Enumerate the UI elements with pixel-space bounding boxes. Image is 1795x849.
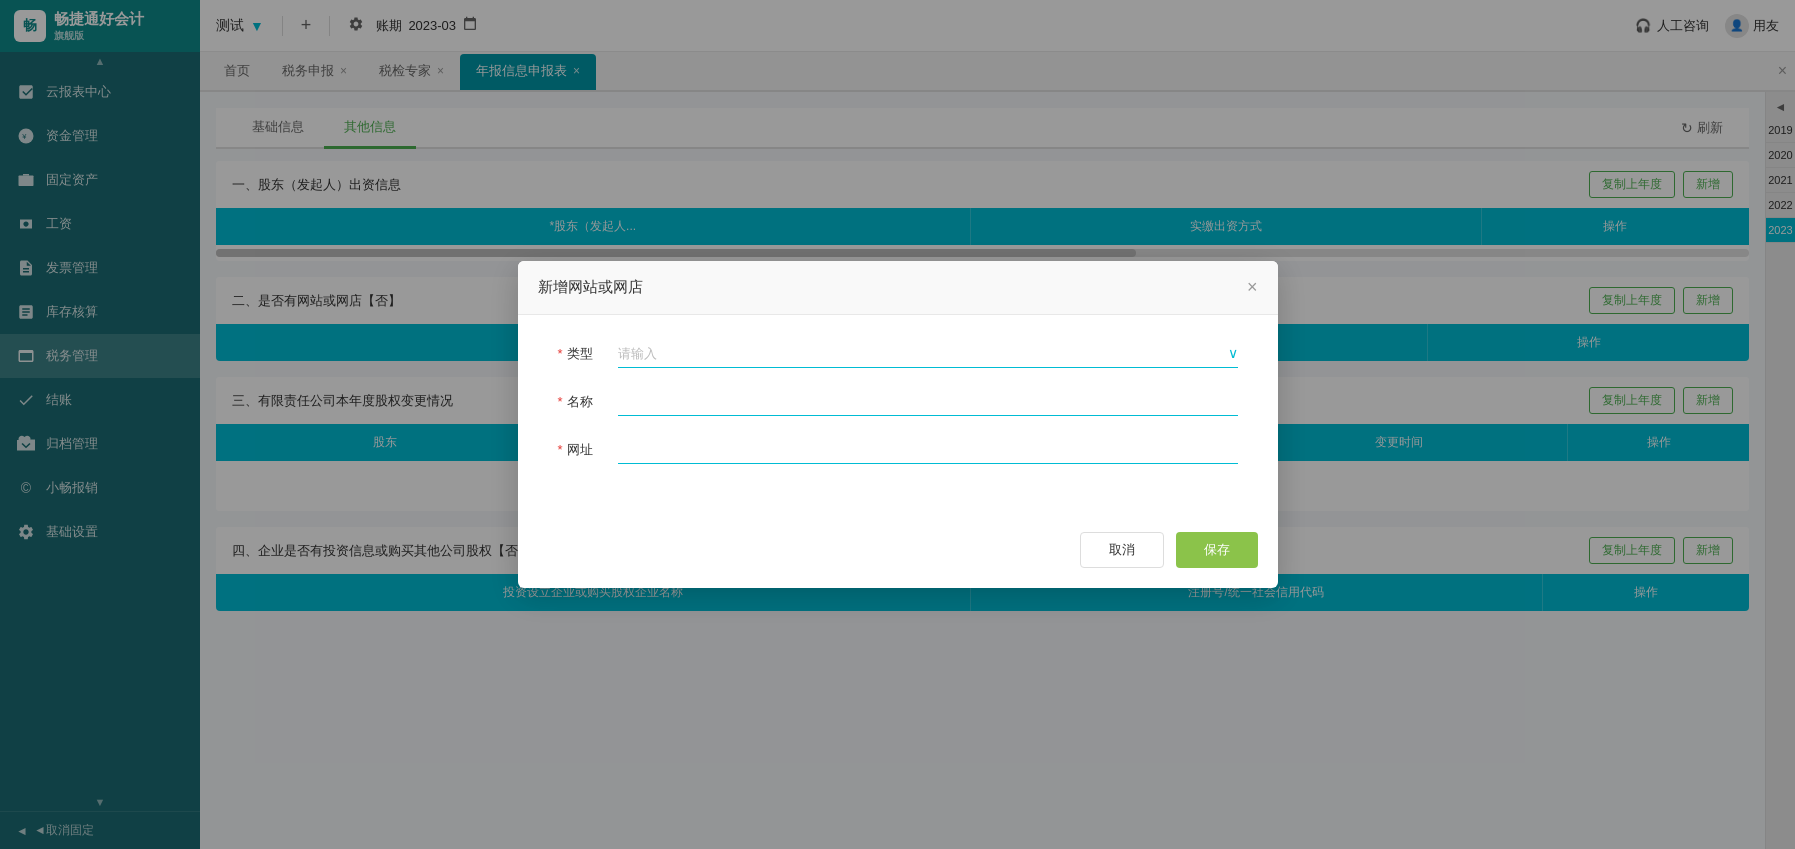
required-mark: *: [558, 442, 563, 457]
modal-body: * 类型 ∨ * 名称 * 网址: [518, 315, 1278, 516]
url-input[interactable]: [618, 442, 1238, 457]
cancel-button[interactable]: 取消: [1080, 532, 1164, 568]
label-text: 类型: [567, 346, 593, 361]
modal-header: 新增网站或网店 ×: [518, 261, 1278, 315]
modal-footer: 取消 保存: [518, 516, 1278, 588]
field-label-name: * 名称: [558, 393, 618, 411]
type-input-wrap: ∨: [618, 339, 1238, 368]
url-input-wrap: [618, 436, 1238, 464]
type-input[interactable]: [618, 346, 1228, 361]
name-input-wrap: [618, 388, 1238, 416]
modal-add-website: 新增网站或网店 × * 类型 ∨ * 名称: [518, 261, 1278, 588]
required-mark: *: [558, 394, 563, 409]
label-text: 网址: [567, 442, 593, 457]
modal-close-button[interactable]: ×: [1247, 277, 1258, 298]
modal-overlay[interactable]: 新增网站或网店 × * 类型 ∨ * 名称: [0, 0, 1795, 849]
field-label-type: * 类型: [558, 345, 618, 363]
modal-title: 新增网站或网店: [538, 278, 643, 297]
label-text: 名称: [567, 394, 593, 409]
form-row-name: * 名称: [558, 388, 1238, 416]
save-button[interactable]: 保存: [1176, 532, 1258, 568]
form-row-type: * 类型 ∨: [558, 339, 1238, 368]
form-row-url: * 网址: [558, 436, 1238, 464]
field-label-url: * 网址: [558, 441, 618, 459]
name-input[interactable]: [618, 394, 1238, 409]
dropdown-arrow-icon[interactable]: ∨: [1228, 345, 1238, 361]
required-mark: *: [558, 346, 563, 361]
